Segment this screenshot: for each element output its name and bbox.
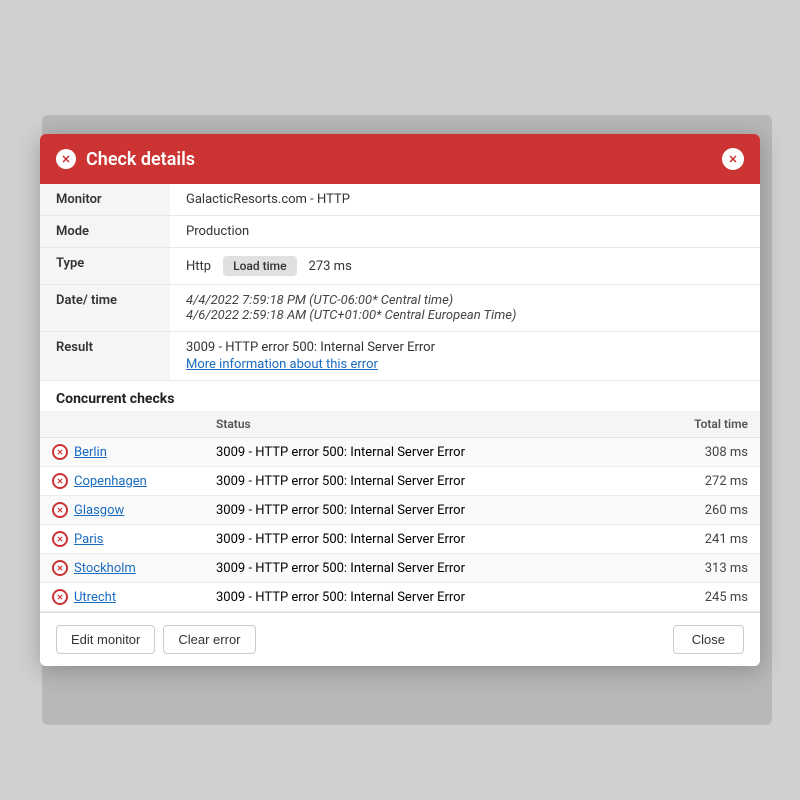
concurrent-row: Berlin 3009 - HTTP error 500: Internal S… <box>40 438 760 467</box>
location-inner: Berlin <box>52 444 192 460</box>
status-cell: 3009 - HTTP error 500: Internal Server E… <box>204 525 660 554</box>
footer-left-buttons: Edit monitor Clear error <box>56 625 256 654</box>
dialog-header: Check details <box>40 134 760 184</box>
result-row: Result 3009 - HTTP error 500: Internal S… <box>40 332 760 381</box>
load-time-badge: Load time <box>223 256 296 276</box>
type-row: Type Http Load time 273 ms <box>40 248 760 285</box>
dialog-title: Check details <box>86 149 195 170</box>
location-inner: Glasgow <box>52 502 192 518</box>
clear-error-button[interactable]: Clear error <box>163 625 255 654</box>
mode-value: Production <box>170 216 760 248</box>
status-cell: 3009 - HTTP error 500: Internal Server E… <box>204 583 660 612</box>
concurrent-table: Status Total time Berlin 3009 - HTTP err… <box>40 411 760 612</box>
type-label: Type <box>40 248 170 285</box>
monitor-value: GalacticResorts.com - HTTP <box>170 184 760 216</box>
type-value-cell: Http Load time 273 ms <box>170 248 760 285</box>
monitor-row: Monitor GalacticResorts.com - HTTP <box>40 184 760 216</box>
row-error-icon <box>52 560 68 576</box>
dialog-footer: Edit monitor Clear error Close <box>40 612 760 666</box>
mode-label: Mode <box>40 216 170 248</box>
concurrent-row: Utrecht 3009 - HTTP error 500: Internal … <box>40 583 760 612</box>
location-link[interactable]: Glasgow <box>74 503 124 518</box>
total-time-cell: 241 ms <box>660 525 760 554</box>
location-cell: Copenhagen <box>40 467 204 496</box>
col-total-time: Total time <box>660 411 760 438</box>
location-inner: Copenhagen <box>52 473 192 489</box>
location-link[interactable]: Paris <box>74 532 103 547</box>
monitor-label: Monitor <box>40 184 170 216</box>
location-link[interactable]: Berlin <box>74 445 107 460</box>
type-value: Http <box>186 259 211 274</box>
concurrent-row: Paris 3009 - HTTP error 500: Internal Se… <box>40 525 760 554</box>
status-cell: 3009 - HTTP error 500: Internal Server E… <box>204 467 660 496</box>
dialog-close-button[interactable] <box>722 148 744 170</box>
concurrent-row: Stockholm 3009 - HTTP error 500: Interna… <box>40 554 760 583</box>
location-cell: Paris <box>40 525 204 554</box>
location-cell: Utrecht <box>40 583 204 612</box>
row-error-icon <box>52 473 68 489</box>
status-cell: 3009 - HTTP error 500: Internal Server E… <box>204 554 660 583</box>
row-error-icon <box>52 589 68 605</box>
row-error-icon <box>52 444 68 460</box>
location-inner: Utrecht <box>52 589 192 605</box>
location-cell: Berlin <box>40 438 204 467</box>
location-inner: Stockholm <box>52 560 192 576</box>
result-value-cell: 3009 - HTTP error 500: Internal Server E… <box>170 332 760 381</box>
load-time-value: 273 ms <box>309 259 352 274</box>
location-link[interactable]: Copenhagen <box>74 474 147 489</box>
total-time-cell: 245 ms <box>660 583 760 612</box>
col-location <box>40 411 204 438</box>
col-status: Status <box>204 411 660 438</box>
datetime-value-cell: 4/4/2022 7:59:18 PM (UTC-06:00* Central … <box>170 285 760 332</box>
header-left: Check details <box>56 149 195 170</box>
status-cell: 3009 - HTTP error 500: Internal Server E… <box>204 496 660 525</box>
result-label: Result <box>40 332 170 381</box>
datetime-value2: 4/6/2022 2:59:18 AM (UTC+01:00* Central … <box>186 308 744 323</box>
info-table: Monitor GalacticResorts.com - HTTP Mode … <box>40 184 760 381</box>
status-cell: 3009 - HTTP error 500: Internal Server E… <box>204 438 660 467</box>
row-error-icon <box>52 502 68 518</box>
location-inner: Paris <box>52 531 192 547</box>
location-cell: Stockholm <box>40 554 204 583</box>
total-time-cell: 308 ms <box>660 438 760 467</box>
total-time-cell: 272 ms <box>660 467 760 496</box>
location-link[interactable]: Stockholm <box>74 561 136 576</box>
row-error-icon <box>52 531 68 547</box>
total-time-cell: 313 ms <box>660 554 760 583</box>
concurrent-header-row: Status Total time <box>40 411 760 438</box>
type-value-inline: Http Load time 273 ms <box>186 256 744 276</box>
dialog-body: Monitor GalacticResorts.com - HTTP Mode … <box>40 184 760 612</box>
result-value: 3009 - HTTP error 500: Internal Server E… <box>186 340 435 355</box>
close-button[interactable]: Close <box>673 625 744 654</box>
more-info-link[interactable]: More information about this error <box>186 357 744 372</box>
concurrent-row: Copenhagen 3009 - HTTP error 500: Intern… <box>40 467 760 496</box>
datetime-value1: 4/4/2022 7:59:18 PM (UTC-06:00* Central … <box>186 293 744 308</box>
concurrent-heading: Concurrent checks <box>40 381 760 411</box>
datetime-row: Date/ time 4/4/2022 7:59:18 PM (UTC-06:0… <box>40 285 760 332</box>
total-time-cell: 260 ms <box>660 496 760 525</box>
mode-row: Mode Production <box>40 216 760 248</box>
concurrent-row: Glasgow 3009 - HTTP error 500: Internal … <box>40 496 760 525</box>
check-details-dialog: Check details Monitor GalacticResorts.co… <box>40 134 760 666</box>
header-error-icon <box>56 149 76 169</box>
datetime-label: Date/ time <box>40 285 170 332</box>
location-cell: Glasgow <box>40 496 204 525</box>
location-link[interactable]: Utrecht <box>74 590 116 605</box>
edit-monitor-button[interactable]: Edit monitor <box>56 625 155 654</box>
